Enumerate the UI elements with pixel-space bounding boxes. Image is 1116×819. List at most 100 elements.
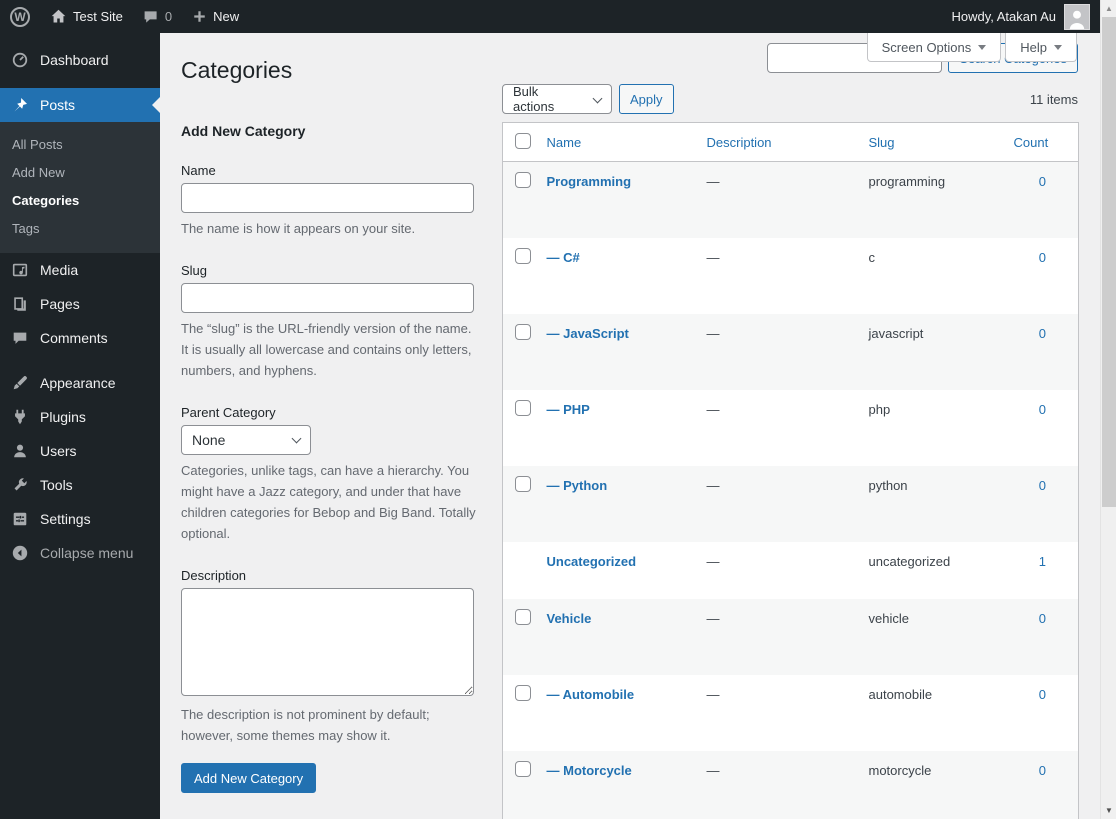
sidebar-item-pages[interactable]: Pages bbox=[0, 287, 160, 321]
help-button[interactable]: Help bbox=[1005, 33, 1077, 62]
column-header-count: Count bbox=[1007, 122, 1079, 162]
wordpress-logo-menu[interactable]: W bbox=[0, 0, 40, 33]
categories-table: Name Description Slug Count Programming … bbox=[502, 122, 1079, 819]
category-count-link[interactable]: 0 bbox=[1039, 402, 1046, 417]
sidebar-item-media[interactable]: Media bbox=[0, 253, 160, 287]
screen-options-button[interactable]: Screen Options bbox=[866, 33, 1002, 62]
sidebar-item-plugins[interactable]: Plugins bbox=[0, 400, 160, 434]
add-category-form: Add New Category Name The name is how it… bbox=[181, 84, 476, 819]
row-checkbox[interactable] bbox=[515, 475, 531, 492]
category-count-link[interactable]: 0 bbox=[1039, 174, 1046, 189]
table-row: — Python — python 0 bbox=[502, 465, 1079, 542]
user-avatar[interactable] bbox=[1064, 3, 1090, 30]
column-header-description: Description bbox=[700, 122, 863, 162]
admin-sidebar: Dashboard Posts All Posts Add New Catego… bbox=[0, 33, 160, 819]
category-description: — bbox=[706, 249, 720, 265]
slug-label: Slug bbox=[181, 263, 208, 278]
site-name-link[interactable]: Test Site bbox=[40, 0, 133, 33]
category-count-link[interactable]: 0 bbox=[1039, 478, 1046, 493]
row-checkbox[interactable] bbox=[515, 172, 531, 188]
new-content-menu[interactable]: New bbox=[182, 0, 249, 33]
category-name-link[interactable]: — C# bbox=[547, 250, 580, 265]
sidebar-item-dashboard[interactable]: Dashboard bbox=[0, 43, 160, 77]
table-header-row: Name Description Slug Count bbox=[502, 122, 1079, 162]
sidebar-item-appearance[interactable]: Appearance bbox=[0, 366, 160, 400]
category-name-link[interactable]: — Automobile bbox=[547, 687, 635, 702]
new-label: New bbox=[213, 9, 240, 24]
row-checkbox[interactable] bbox=[515, 247, 531, 264]
category-description: — bbox=[706, 553, 720, 569]
scrollbar-thumb[interactable] bbox=[1102, 17, 1116, 507]
sidebar-item-categories[interactable]: Categories bbox=[0, 187, 160, 215]
parent-category-select[interactable]: None bbox=[181, 425, 311, 455]
row-checkbox[interactable] bbox=[515, 760, 531, 777]
sidebar-item-comments[interactable]: Comments bbox=[0, 321, 160, 355]
description-help-text: The description is not prominent by defa… bbox=[181, 707, 430, 743]
dashboard-icon bbox=[10, 50, 30, 70]
sidebar-item-users[interactable]: Users bbox=[0, 434, 160, 468]
select-all-checkbox[interactable] bbox=[515, 133, 531, 149]
category-slug: javascript bbox=[868, 325, 924, 341]
howdy-greeting[interactable]: Howdy, Atakan Au bbox=[951, 9, 1056, 24]
category-description: — bbox=[706, 174, 720, 189]
apply-button[interactable]: Apply bbox=[619, 84, 674, 114]
chevron-down-icon bbox=[592, 93, 603, 104]
row-checkbox[interactable] bbox=[515, 323, 531, 340]
category-count-link[interactable]: 0 bbox=[1039, 763, 1046, 778]
row-checkbox[interactable] bbox=[515, 684, 531, 701]
sidebar-item-posts[interactable]: Posts bbox=[0, 88, 160, 122]
category-name-link[interactable]: — PHP bbox=[547, 402, 590, 417]
category-count-link[interactable]: 0 bbox=[1039, 687, 1046, 702]
description-textarea[interactable] bbox=[181, 588, 474, 696]
vertical-scrollbar[interactable]: ▲ ▼ bbox=[1100, 0, 1116, 819]
table-row: — JavaScript — javascript 0 bbox=[502, 313, 1079, 390]
bulk-actions-select[interactable]: Bulk actions bbox=[502, 84, 612, 114]
sidebar-item-all-posts[interactable]: All Posts bbox=[0, 131, 160, 159]
name-label: Name bbox=[181, 163, 216, 178]
category-name-link[interactable]: — JavaScript bbox=[547, 326, 629, 341]
category-slug: vehicle bbox=[868, 610, 909, 626]
comment-bubble-icon bbox=[143, 9, 159, 25]
scroll-up-arrow[interactable]: ▲ bbox=[1101, 0, 1116, 17]
table-row: Vehicle — vehicle 0 bbox=[502, 598, 1079, 675]
category-count-link[interactable]: 1 bbox=[1039, 554, 1046, 569]
slug-input[interactable] bbox=[181, 283, 474, 313]
column-header-name: Name bbox=[540, 122, 701, 162]
category-name-link[interactable]: Vehicle bbox=[547, 611, 592, 626]
sidebar-item-add-new[interactable]: Add New bbox=[0, 159, 160, 187]
site-name-label: Test Site bbox=[73, 9, 123, 24]
table-row: Programming — programming 0 bbox=[502, 161, 1079, 238]
category-slug: php bbox=[868, 401, 891, 417]
row-checkbox[interactable] bbox=[515, 399, 531, 416]
form-heading: Add New Category bbox=[181, 123, 306, 139]
pushpin-icon bbox=[10, 95, 30, 115]
table-row: Uncategorized — uncategorized 1 bbox=[503, 542, 1079, 599]
category-description: — bbox=[706, 762, 720, 778]
wrench-icon bbox=[10, 475, 30, 495]
sidebar-item-settings[interactable]: Settings bbox=[0, 502, 160, 536]
sidebar-item-tags[interactable]: Tags bbox=[0, 215, 160, 243]
media-icon bbox=[10, 260, 30, 280]
category-count-link[interactable]: 0 bbox=[1039, 250, 1046, 265]
add-new-category-button[interactable]: Add New Category bbox=[181, 763, 317, 793]
posts-submenu: All Posts Add New Categories Tags bbox=[0, 122, 160, 253]
description-label: Description bbox=[181, 568, 247, 583]
sidebar-item-tools[interactable]: Tools bbox=[0, 468, 160, 502]
category-count-link[interactable]: 0 bbox=[1039, 326, 1046, 341]
chevron-down-icon bbox=[978, 44, 987, 50]
name-help-text: The name is how it appears on your site. bbox=[181, 221, 416, 236]
comments-link[interactable]: 0 bbox=[133, 0, 182, 33]
row-checkbox[interactable] bbox=[515, 608, 531, 625]
name-input[interactable] bbox=[181, 183, 474, 213]
chevron-down-icon bbox=[1054, 44, 1062, 50]
category-name-link[interactable]: — Python bbox=[547, 478, 608, 493]
category-count-link[interactable]: 0 bbox=[1039, 611, 1046, 626]
scroll-down-arrow[interactable]: ▼ bbox=[1101, 802, 1116, 819]
sidebar-collapse-menu[interactable]: Collapse menu bbox=[0, 536, 160, 570]
category-name-link[interactable]: — Motorcycle bbox=[547, 763, 632, 778]
category-name-link[interactable]: Programming bbox=[547, 174, 632, 189]
table-row: — Motorcycle — motorcycle 0 bbox=[502, 750, 1079, 819]
home-icon bbox=[50, 8, 67, 25]
category-name-link[interactable]: Uncategorized bbox=[547, 554, 637, 569]
category-table-body: Programming — programming 0 — C# — c 0 —… bbox=[502, 161, 1079, 819]
